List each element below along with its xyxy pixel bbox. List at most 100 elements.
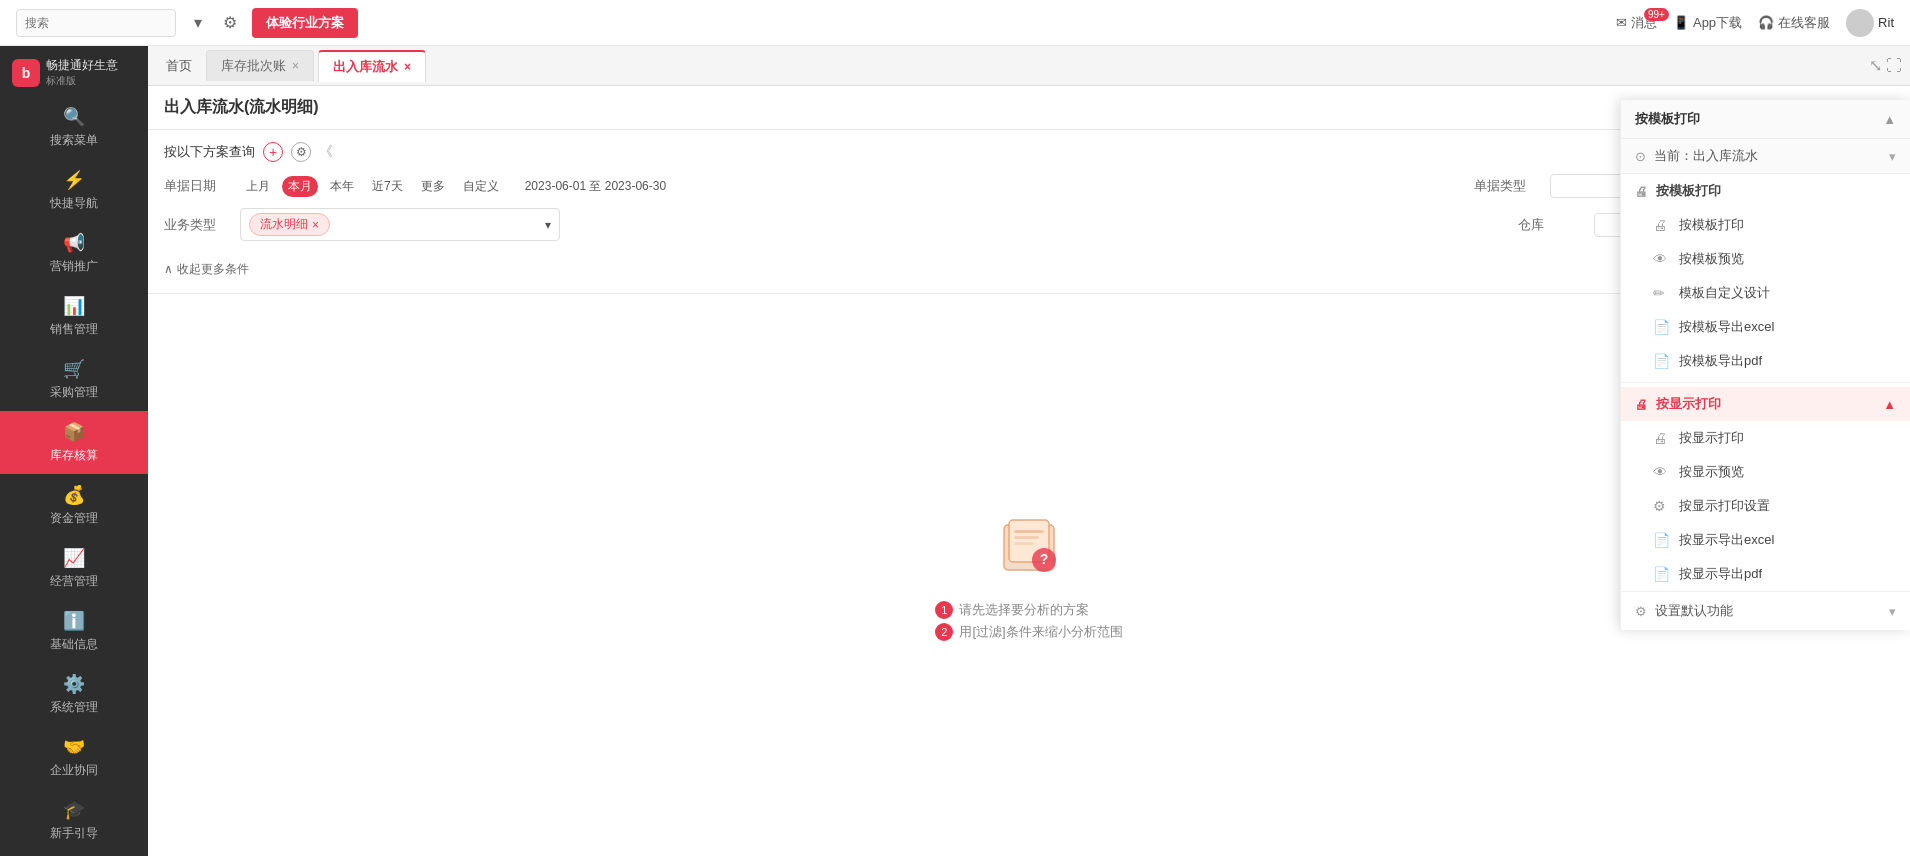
search-input[interactable]: [16, 9, 176, 37]
dropdown-collapse-btn[interactable]: ▲: [1883, 112, 1896, 127]
display-preview-item[interactable]: 👁 按显示预览: [1621, 455, 1910, 489]
filter-collapse-btn[interactable]: 《: [319, 143, 333, 161]
sidebar-item-basic[interactable]: ℹ️ 基础信息: [0, 600, 148, 663]
messages-btn[interactable]: ✉ 消息 99+: [1616, 14, 1657, 32]
sidebar-item-label: 销售管理: [50, 321, 98, 338]
sidebar: b 畅捷通好生意 标准版 🔍 搜索菜单 ⚡ 快捷导航 📢 营销推广 📊: [0, 46, 148, 856]
date-current-year[interactable]: 本年: [324, 176, 360, 197]
tab-flow[interactable]: 出入库流水 ×: [318, 50, 426, 82]
headset-icon: 🎧: [1758, 15, 1774, 30]
operations-nav-icon: 📈: [63, 547, 85, 569]
template-print-header[interactable]: 🖨 按模板打印: [1621, 174, 1910, 208]
tab-home[interactable]: 首页: [156, 51, 202, 81]
page-title: 出入库流水(流水明细): [164, 97, 319, 118]
display-print-settings-item[interactable]: ⚙ 按显示打印设置: [1621, 489, 1910, 523]
dropdown-icon[interactable]: ▾: [184, 9, 212, 37]
date-custom[interactable]: 自定义: [457, 176, 505, 197]
dropdown-footer: ⚙ 设置默认功能 ▾: [1621, 591, 1910, 630]
svg-text:?: ?: [1040, 551, 1049, 567]
sidebar-item-label: 系统管理: [50, 699, 98, 716]
tab-batch-label: 库存批次账: [221, 57, 286, 75]
sidebar-item-search[interactable]: 🔍 搜索菜单: [0, 96, 148, 159]
inventory-nav-icon: 📦: [63, 421, 85, 443]
tabs-bar: 首页 库存批次账 × 出入库流水 × ⤡ ⛶: [148, 46, 1910, 86]
footer-left[interactable]: ⚙ 设置默认功能: [1635, 602, 1733, 620]
tip-num-2: 2: [935, 623, 953, 641]
display-print-settings-icon: ⚙: [1653, 498, 1671, 514]
tab-expand-btn[interactable]: ⤡: [1869, 56, 1882, 75]
sidebar-item-operations[interactable]: 📈 经营管理: [0, 537, 148, 600]
template-print-item-icon: 🖨: [1653, 217, 1671, 233]
sidebar-logo: b 畅捷通好生意 标准版: [0, 46, 148, 96]
tab-batch-close[interactable]: ×: [292, 59, 299, 73]
sidebar-item-guide[interactable]: 🎓 新手引导: [0, 789, 148, 852]
tip-item-1: 1 请先选择要分析的方案: [935, 601, 1122, 619]
display-export-excel-item[interactable]: 📄 按显示导出excel: [1621, 523, 1910, 557]
search-nav-icon: 🔍: [63, 106, 85, 128]
display-section-chevron-up: ▲: [1883, 397, 1896, 412]
flow-tag-close[interactable]: ×: [312, 218, 319, 232]
display-print-header[interactable]: 🖨 按显示打印 ▲: [1621, 387, 1910, 421]
filter-add-btn[interactable]: +: [263, 142, 283, 162]
template-print-item[interactable]: 🖨 按模板打印: [1621, 208, 1910, 242]
display-print-section-label: 按显示打印: [1656, 395, 1721, 413]
template-export-excel-item[interactable]: 📄 按模板导出excel: [1621, 310, 1910, 344]
template-export-pdf-item[interactable]: 📄 按模板导出pdf: [1621, 344, 1910, 378]
tip-num-1: 1: [935, 601, 953, 619]
sidebar-item-marketing[interactable]: 📢 营销推广: [0, 222, 148, 285]
display-print-item-label: 按显示打印: [1679, 429, 1744, 447]
sidebar-item-sales[interactable]: 📊 销售管理: [0, 285, 148, 348]
finance-nav-icon: 💰: [63, 484, 85, 506]
tab-batch[interactable]: 库存批次账 ×: [206, 50, 314, 81]
logo-line1: 畅捷通好生意: [46, 58, 118, 74]
template-custom-design-icon: ✏: [1653, 285, 1671, 301]
online-service-btn[interactable]: 🎧 在线客服: [1758, 14, 1830, 32]
tab-maximize-btn[interactable]: ⛶: [1886, 57, 1902, 75]
guide-nav-icon: 🎓: [63, 799, 85, 821]
date-last-7-days[interactable]: 近7天: [366, 176, 409, 197]
biz-type-select[interactable]: 流水明细 × ▾: [240, 208, 560, 241]
sidebar-item-system[interactable]: ⚙️ 系统管理: [0, 663, 148, 726]
sidebar-item-inventory[interactable]: 📦 库存核算: [0, 411, 148, 474]
phone-icon: 📱: [1673, 15, 1689, 30]
tab-flow-label: 出入库流水: [333, 58, 398, 76]
basic-nav-icon: ℹ️: [63, 610, 85, 632]
svg-rect-4: [1014, 542, 1034, 545]
logo-line2: 标准版: [46, 74, 118, 88]
date-filter-label: 单据日期: [164, 177, 224, 195]
filter-settings-btn[interactable]: ⚙: [291, 142, 311, 162]
footer-label: 设置默认功能: [1655, 602, 1733, 620]
empty-state-icon: ?: [989, 505, 1069, 585]
sidebar-item-enterprise[interactable]: 🤝 企业协同: [0, 726, 148, 789]
collapse-more-btn[interactable]: ∧ 收起更多条件: [164, 261, 249, 278]
template-preview-label: 按模板预览: [1679, 250, 1744, 268]
sidebar-nav: 🔍 搜索菜单 ⚡ 快捷导航 📢 营销推广 📊 销售管理 🛒 采购管理 📦: [0, 96, 148, 856]
sidebar-item-label: 营销推广: [50, 258, 98, 275]
flow-tag[interactable]: 流水明细 ×: [249, 213, 330, 236]
current-template-label: 当前：出入库流水: [1654, 147, 1758, 165]
tab-flow-close[interactable]: ×: [404, 60, 411, 74]
display-print-item[interactable]: 🖨 按显示打印: [1621, 421, 1910, 455]
avatar: [1846, 9, 1874, 37]
sidebar-item-label: 资金管理: [50, 510, 98, 527]
display-print-item-icon: 🖨: [1653, 430, 1671, 446]
date-current-month[interactable]: 本月: [282, 176, 318, 197]
date-prev-month[interactable]: 上月: [240, 176, 276, 197]
user-profile-btn[interactable]: Rit: [1846, 9, 1894, 37]
sidebar-item-finance[interactable]: 💰 资金管理: [0, 474, 148, 537]
industry-btn[interactable]: 体验行业方案: [252, 8, 358, 38]
display-export-pdf-item[interactable]: 📄 按显示导出pdf: [1621, 557, 1910, 591]
template-preview-item[interactable]: 👁 按模板预览: [1621, 242, 1910, 276]
marketing-nav-icon: 📢: [63, 232, 85, 254]
online-service-label: 在线客服: [1778, 14, 1830, 32]
sidebar-item-apps[interactable]: 🔲 应用中心: [0, 852, 148, 856]
sidebar-item-purchase[interactable]: 🛒 采购管理: [0, 348, 148, 411]
app-download-btn[interactable]: 📱 App下载: [1673, 14, 1742, 32]
template-custom-design-item[interactable]: ✏ 模板自定义设计: [1621, 276, 1910, 310]
date-options: 上月 本月 本年 近7天 更多 自定义: [240, 176, 505, 197]
display-preview-icon: 👁: [1653, 464, 1671, 480]
settings-icon[interactable]: ⚙: [216, 9, 244, 37]
date-more[interactable]: 更多: [415, 176, 451, 197]
template-custom-design-label: 模板自定义设计: [1679, 284, 1770, 302]
sidebar-item-quick[interactable]: ⚡ 快捷导航: [0, 159, 148, 222]
